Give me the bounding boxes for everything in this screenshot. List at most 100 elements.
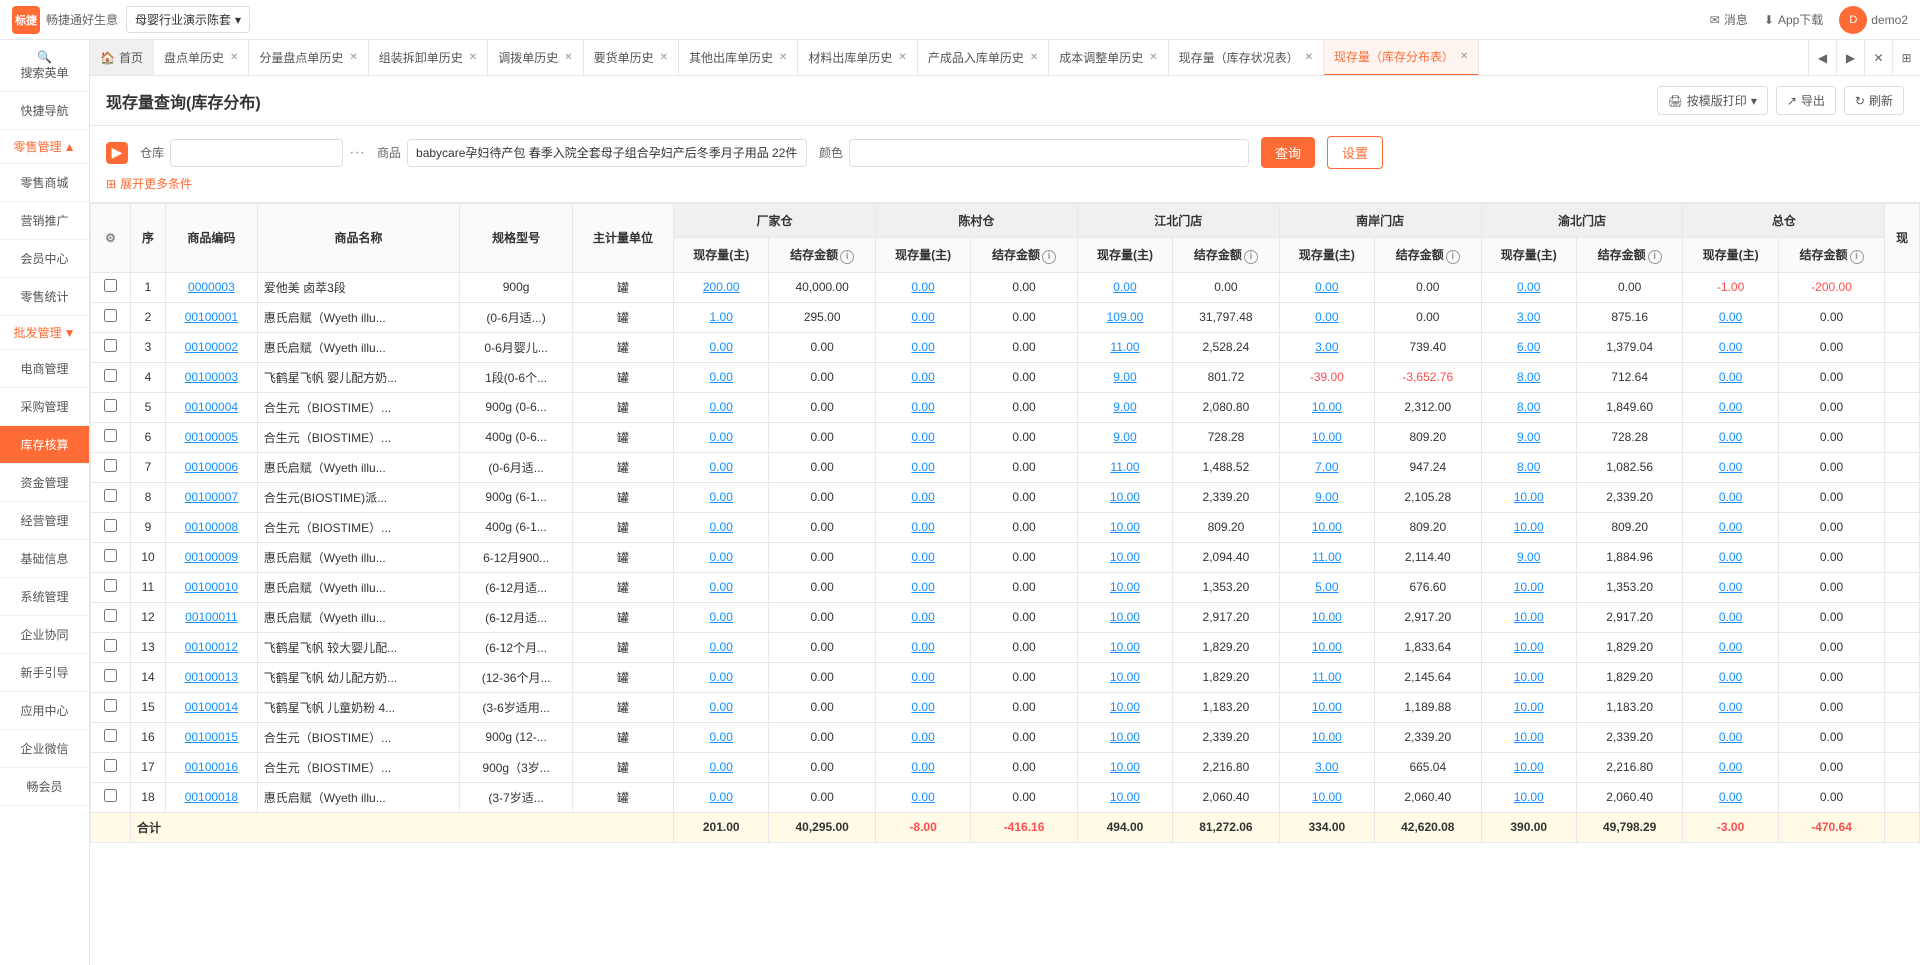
td-fc-stock[interactable]: 0.00	[674, 452, 769, 482]
td-fc-stock[interactable]: 0.00	[674, 512, 769, 542]
td-na-stock[interactable]: 0.00	[1279, 272, 1374, 302]
sidebar-item-finance[interactable]: 资金管理	[0, 464, 89, 502]
td-fc-stock[interactable]: 0.00	[674, 542, 769, 572]
td-na-stock[interactable]: 10.00	[1279, 692, 1374, 722]
td-yb-stock[interactable]: 8.00	[1481, 362, 1576, 392]
row-checkbox[interactable]	[104, 789, 117, 802]
td-na-stock[interactable]: 10.00	[1279, 512, 1374, 542]
row-checkbox[interactable]	[104, 549, 117, 562]
td-yb-stock[interactable]: 3.00	[1481, 302, 1576, 332]
td-jb-stock[interactable]: 109.00	[1077, 302, 1172, 332]
td-jb-stock[interactable]: 10.00	[1077, 572, 1172, 602]
td-fc-stock[interactable]: 0.00	[674, 662, 769, 692]
td-total-stock[interactable]: 0.00	[1683, 392, 1778, 422]
td-checkbox[interactable]	[91, 362, 131, 392]
th-settings[interactable]: ⚙	[91, 204, 131, 273]
td-na-stock[interactable]: 10.00	[1279, 602, 1374, 632]
row-checkbox[interactable]	[104, 699, 117, 712]
td-cc-stock[interactable]: 0.00	[875, 602, 970, 632]
total-amount-info[interactable]: i	[1850, 250, 1864, 264]
td-jb-stock[interactable]: 0.00	[1077, 272, 1172, 302]
td-na-stock[interactable]: 0.00	[1279, 302, 1374, 332]
td-cc-stock[interactable]: 0.00	[875, 362, 970, 392]
td-na-stock[interactable]: 3.00	[1279, 752, 1374, 782]
td-yb-stock[interactable]: 10.00	[1481, 632, 1576, 662]
td-checkbox[interactable]	[91, 752, 131, 782]
tab-inventory-check[interactable]: 盘点单历史 ✕	[154, 40, 249, 76]
row-checkbox[interactable]	[104, 759, 117, 772]
sidebar-item-search[interactable]: 🔍 搜索英单	[0, 40, 89, 92]
td-cc-stock[interactable]: 0.00	[875, 482, 970, 512]
tab-close-icon[interactable]: ✕	[564, 52, 572, 63]
td-total-stock[interactable]: 0.00	[1683, 632, 1778, 662]
td-fc-stock[interactable]: 1.00	[674, 302, 769, 332]
td-cc-stock[interactable]: 0.00	[875, 422, 970, 452]
filter-toggle-btn[interactable]: ▶	[106, 142, 128, 164]
td-na-stock[interactable]: 10.00	[1279, 422, 1374, 452]
td-fc-stock[interactable]: 0.00	[674, 422, 769, 452]
td-total-stock[interactable]: 0.00	[1683, 422, 1778, 452]
td-code[interactable]: 00100010	[166, 572, 258, 602]
td-fc-stock[interactable]: 0.00	[674, 602, 769, 632]
td-checkbox[interactable]	[91, 392, 131, 422]
export-btn[interactable]: ↗ 导出	[1776, 86, 1836, 115]
td-total-stock[interactable]: 0.00	[1683, 452, 1778, 482]
td-checkbox[interactable]	[91, 722, 131, 752]
row-checkbox[interactable]	[104, 369, 117, 382]
yb-amount-info[interactable]: i	[1648, 250, 1662, 264]
row-checkbox[interactable]	[104, 399, 117, 412]
na-amount-info[interactable]: i	[1446, 250, 1460, 264]
td-total-stock[interactable]: 0.00	[1683, 572, 1778, 602]
td-fc-stock[interactable]: 0.00	[674, 482, 769, 512]
td-code[interactable]: 00100009	[166, 542, 258, 572]
tab-assembly[interactable]: 组装拆卸单历史 ✕	[369, 40, 488, 76]
td-code[interactable]: 00100004	[166, 392, 258, 422]
td-code[interactable]: 00100008	[166, 512, 258, 542]
td-cc-stock[interactable]: 0.00	[875, 722, 970, 752]
cc-amount-info[interactable]: i	[1042, 250, 1056, 264]
td-cc-stock[interactable]: 0.00	[875, 452, 970, 482]
td-jb-stock[interactable]: 10.00	[1077, 722, 1172, 752]
tab-partial-check[interactable]: 分量盘点单历史 ✕	[249, 40, 368, 76]
store-selector[interactable]: 母婴行业演示陈套 ▾	[126, 6, 250, 33]
row-checkbox[interactable]	[104, 339, 117, 352]
warehouse-more-icon[interactable]: ···	[349, 144, 365, 162]
td-jb-stock[interactable]: 10.00	[1077, 542, 1172, 572]
td-cc-stock[interactable]: 0.00	[875, 632, 970, 662]
tab-prev-btn[interactable]: ◀	[1808, 40, 1836, 76]
td-yb-stock[interactable]: 9.00	[1481, 542, 1576, 572]
td-total-stock[interactable]: 0.00	[1683, 722, 1778, 752]
tab-close-all-btn[interactable]: ✕	[1864, 40, 1892, 76]
td-checkbox[interactable]	[91, 272, 131, 302]
sidebar-item-retail-stats[interactable]: 零售统计	[0, 278, 89, 316]
td-code[interactable]: 00100006	[166, 452, 258, 482]
td-cc-stock[interactable]: 0.00	[875, 752, 970, 782]
td-code[interactable]: 00100007	[166, 482, 258, 512]
row-checkbox[interactable]	[104, 459, 117, 472]
td-na-stock[interactable]: 10.00	[1279, 722, 1374, 752]
tab-home[interactable]: 🏠 首页	[90, 40, 154, 76]
row-checkbox[interactable]	[104, 669, 117, 682]
td-yb-stock[interactable]: 10.00	[1481, 752, 1576, 782]
td-yb-stock[interactable]: 10.00	[1481, 782, 1576, 812]
td-na-stock[interactable]: 10.00	[1279, 392, 1374, 422]
message-btn[interactable]: ✉ 消息	[1710, 11, 1748, 28]
td-code[interactable]: 0000003	[166, 272, 258, 302]
td-code[interactable]: 00100015	[166, 722, 258, 752]
td-code[interactable]: 00100005	[166, 422, 258, 452]
tab-close-icon[interactable]: ✕	[349, 52, 357, 63]
td-checkbox[interactable]	[91, 782, 131, 812]
td-code[interactable]: 00100018	[166, 782, 258, 812]
td-jb-stock[interactable]: 10.00	[1077, 662, 1172, 692]
td-total-stock[interactable]: 0.00	[1683, 542, 1778, 572]
td-cc-stock[interactable]: 0.00	[875, 392, 970, 422]
sidebar-item-app-center[interactable]: 应用中心	[0, 692, 89, 730]
td-yb-stock[interactable]: 10.00	[1481, 512, 1576, 542]
td-na-stock[interactable]: 10.00	[1279, 632, 1374, 662]
td-total-stock[interactable]: -1.00	[1683, 272, 1778, 302]
td-code[interactable]: 00100002	[166, 332, 258, 362]
sidebar-item-wholesale[interactable]: 批发管理 ▼	[0, 316, 89, 350]
refresh-btn[interactable]: ↻ 刷新	[1844, 86, 1904, 115]
user-area[interactable]: D demo2	[1839, 6, 1908, 34]
row-checkbox[interactable]	[104, 579, 117, 592]
